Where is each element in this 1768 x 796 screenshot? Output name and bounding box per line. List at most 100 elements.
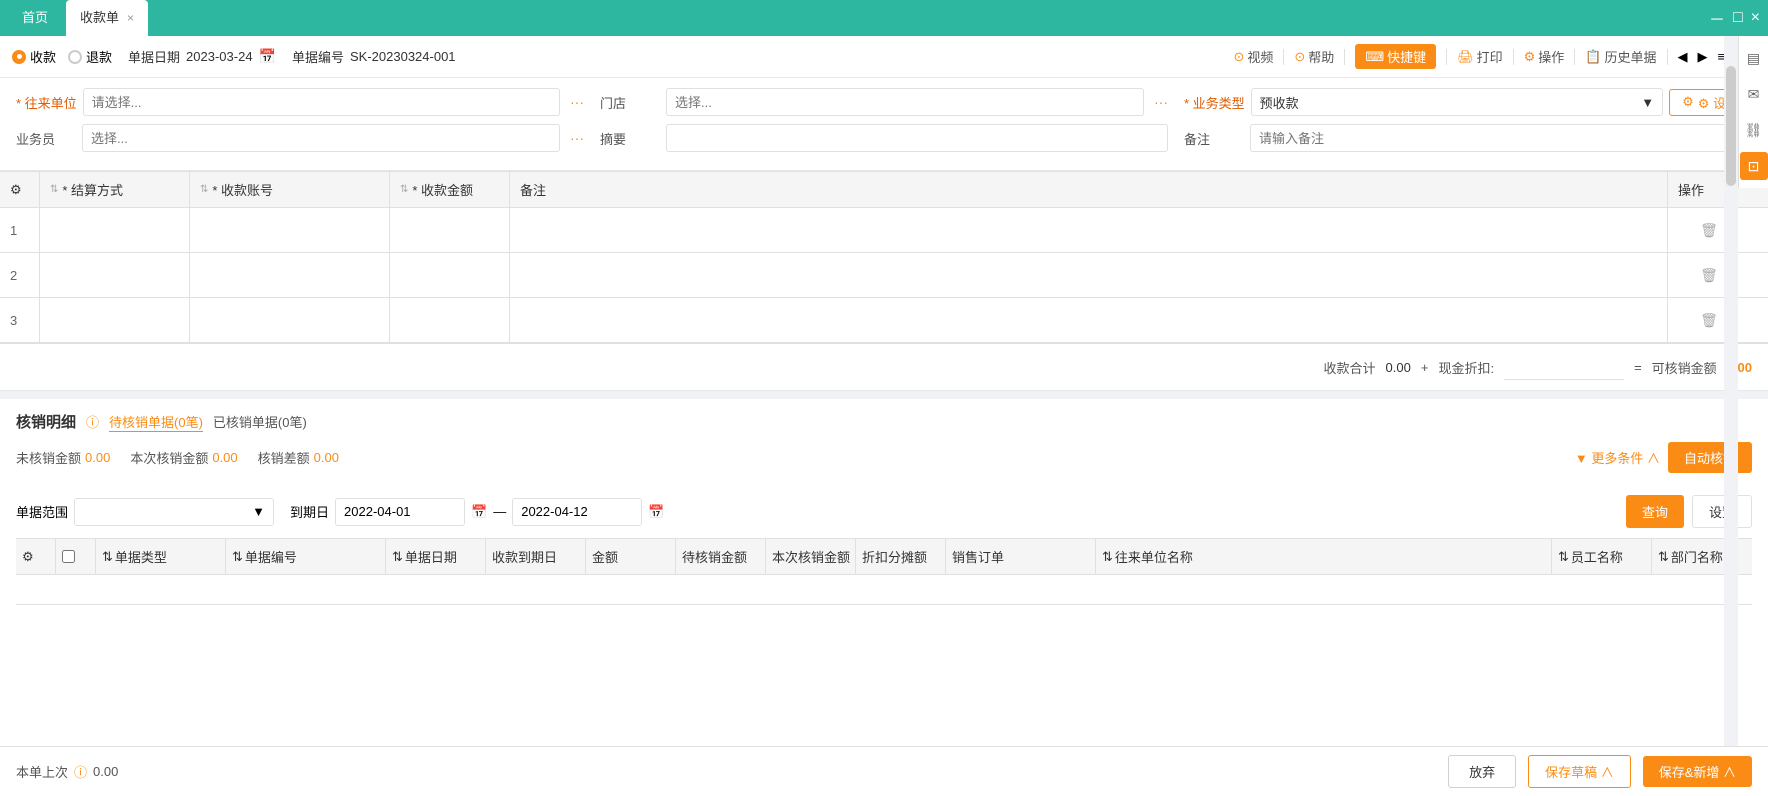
footer-info-icon[interactable]: ⓘ	[74, 762, 87, 781]
shortcut-icon: ⌨	[1365, 49, 1384, 65]
tab-active-label: 收款单	[80, 0, 119, 36]
tab-home[interactable]: 首页	[8, 0, 62, 36]
td-row2-num: 2	[0, 253, 40, 297]
section-divider	[0, 391, 1768, 399]
select-all-checkbox[interactable]	[62, 550, 75, 563]
summary-input[interactable]	[666, 124, 1168, 152]
td-row3-note[interactable]	[510, 298, 1668, 342]
unchecked-value: 0.00	[85, 450, 110, 465]
discount-label: 现金折扣:	[1438, 358, 1494, 377]
summary-label: 摘要	[600, 129, 660, 148]
divider4	[1513, 49, 1514, 65]
delete-row3-button[interactable]: 🗑	[1700, 312, 1718, 329]
bth-dept-label: 部门名称	[1671, 547, 1723, 566]
td-row3-num: 3	[0, 298, 40, 342]
shortcut-button[interactable]: ⌨ 快捷键	[1355, 44, 1436, 69]
td-row2-amount[interactable]	[390, 253, 510, 297]
sort-icon4: ⇅	[1102, 549, 1113, 565]
close-button[interactable]: ×	[1751, 9, 1760, 27]
bth-pending: 待核销金额	[676, 539, 766, 574]
salesperson-input[interactable]	[82, 124, 560, 152]
th-account: ⇅ * 收款账号	[190, 172, 390, 207]
due-label: 到期日	[290, 502, 329, 521]
radio-refund[interactable]: 退款	[68, 47, 112, 66]
range-field: 单据范围 ▼	[16, 498, 274, 526]
date-from-input[interactable]	[335, 498, 465, 526]
maximize-button[interactable]: □	[1733, 9, 1743, 27]
range-select[interactable]: ▼	[74, 498, 274, 526]
business-type-select[interactable]: 预收款 ▼	[1251, 88, 1663, 116]
save-draft-button[interactable]: 保存草稿 ∧	[1528, 755, 1631, 788]
more-conditions-button[interactable]: ▼ 更多条件 ∧	[1575, 448, 1660, 467]
tab-active[interactable]: 收款单 ×	[66, 0, 148, 36]
calendar-from-icon[interactable]: 📅	[471, 504, 487, 520]
sort-icon-account: ⇅	[200, 184, 208, 195]
bth-employee-label: 员工名称	[1571, 547, 1623, 566]
td-row2-note[interactable]	[510, 253, 1668, 297]
sidebar-icon-1[interactable]: ▤	[1740, 44, 1768, 72]
diff-value: 0.00	[314, 450, 339, 465]
sidebar-icon-3[interactable]: ⛓	[1740, 116, 1768, 144]
td-row3-settlement[interactable]	[40, 298, 190, 342]
salesperson-more-icon[interactable]: ···	[570, 130, 584, 146]
radio-collect[interactable]: 收款	[12, 47, 56, 66]
pending-tab-link[interactable]: 待核销单据(0笔)	[109, 412, 203, 432]
divider2	[1344, 49, 1345, 65]
delete-row1-button[interactable]: 🗑	[1700, 222, 1718, 239]
discount-input[interactable]	[1504, 354, 1624, 380]
range-label: 单据范围	[16, 502, 68, 521]
save-new-button[interactable]: 保存&新增 ∧	[1643, 756, 1752, 787]
th-gear[interactable]: ⚙	[0, 172, 40, 207]
td-row2-account[interactable]	[190, 253, 390, 297]
date-to-input[interactable]	[512, 498, 642, 526]
td-row2-settlement[interactable]	[40, 253, 190, 297]
equals-sign: =	[1634, 360, 1642, 375]
delete-row2-button[interactable]: 🗑	[1700, 267, 1718, 284]
td-row1-settlement[interactable]	[40, 208, 190, 252]
note-input[interactable]	[1250, 124, 1752, 152]
bth-gear[interactable]: ⚙	[16, 539, 56, 574]
bth-amount: 金额	[586, 539, 676, 574]
td-row1-amount[interactable]	[390, 208, 510, 252]
history-link[interactable]: 📋 历史单据	[1585, 47, 1656, 66]
bth-checkbox[interactable]	[56, 539, 96, 574]
sidebar-icon-4[interactable]: ⊡	[1740, 152, 1768, 180]
summary-row: 收款合计 0.00 + 现金折扣: = 可核销金额 0.00	[0, 343, 1768, 391]
bth-pending-label: 待核销金额	[682, 547, 747, 566]
th-note-label: 备注	[520, 180, 546, 199]
divider5	[1574, 49, 1575, 65]
discard-button[interactable]: 放弃	[1448, 755, 1516, 788]
td-row3-amount[interactable]	[390, 298, 510, 342]
unchecked-stat: 未核销金额 0.00	[16, 448, 110, 467]
right-sidebar: ▤ ✉ ⛓ ⊡	[1738, 36, 1768, 188]
print-link[interactable]: 🖨 打印	[1457, 47, 1503, 66]
verify-settings-button[interactable]: 设置	[1692, 495, 1752, 528]
completed-tab-link[interactable]: 已核销单据(0笔)	[213, 412, 307, 431]
window-controls: － □ ×	[1709, 6, 1760, 30]
number-value: SK-20230324-001	[350, 49, 456, 64]
calendar-to-icon[interactable]: 📅	[648, 504, 664, 520]
td-row3-account[interactable]	[190, 298, 390, 342]
store-input[interactable]	[666, 88, 1144, 116]
counterpart-input[interactable]	[83, 88, 560, 116]
scrollbar-thumb[interactable]	[1726, 66, 1736, 186]
video-link[interactable]: ⊙ 视频	[1233, 47, 1273, 66]
calendar-icon[interactable]: 📅	[259, 48, 276, 65]
td-row1-account[interactable]	[190, 208, 390, 252]
counterpart-more-icon[interactable]: ···	[570, 94, 584, 110]
help-link[interactable]: ⊙ 帮助	[1294, 47, 1334, 66]
auto-verify-button[interactable]: 自动核销	[1668, 442, 1752, 473]
store-more-icon[interactable]: ···	[1154, 94, 1168, 110]
td-row1-note[interactable]	[510, 208, 1668, 252]
query-button[interactable]: 查询	[1626, 495, 1684, 528]
verify-info-icon[interactable]: ⓘ	[86, 412, 99, 431]
th-amount: ⇅ * 收款金额	[390, 172, 510, 207]
view-left-button[interactable]: ◀	[1678, 49, 1688, 65]
minimize-button[interactable]: －	[1709, 6, 1725, 30]
right-scrollbar[interactable]	[1724, 36, 1738, 796]
sidebar-icon-2[interactable]: ✉	[1740, 80, 1768, 108]
operations-link[interactable]: ⚙ 操作	[1524, 47, 1565, 66]
current-stat: 本次核销金额 0.00	[130, 448, 237, 467]
tab-close-button[interactable]: ×	[127, 0, 134, 36]
view-right-button[interactable]: ▶	[1698, 49, 1708, 65]
